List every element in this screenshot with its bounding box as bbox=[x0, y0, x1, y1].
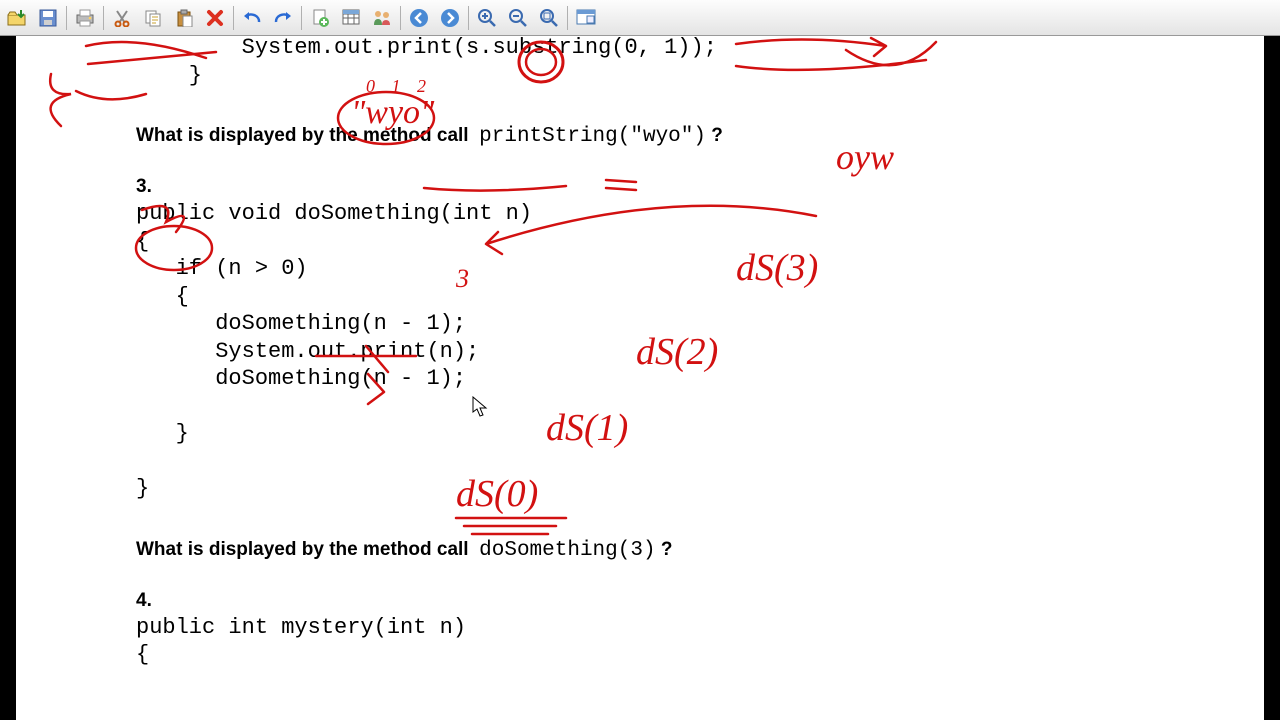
undo-icon[interactable] bbox=[237, 3, 267, 33]
question2-text: What is displayed by the method call bbox=[136, 125, 469, 146]
question3-q: ? bbox=[661, 539, 673, 560]
separator bbox=[400, 6, 401, 30]
question3-prompt: What is displayed by the method call doS… bbox=[136, 539, 1144, 562]
question3-number: 3. bbox=[136, 176, 1144, 198]
paste-icon[interactable] bbox=[169, 3, 199, 33]
separator bbox=[66, 6, 67, 30]
open-icon[interactable] bbox=[2, 3, 32, 33]
question2-q: ? bbox=[711, 125, 723, 146]
save-icon[interactable] bbox=[33, 3, 63, 33]
separator bbox=[468, 6, 469, 30]
zoom-out-icon[interactable] bbox=[503, 3, 533, 33]
new-page-icon[interactable] bbox=[305, 3, 335, 33]
zoom-in-icon[interactable] bbox=[472, 3, 502, 33]
insert-table-icon[interactable] bbox=[336, 3, 366, 33]
question2-call: printString("wyo") bbox=[479, 125, 706, 148]
toolbar bbox=[0, 0, 1280, 36]
window-icon[interactable] bbox=[571, 3, 601, 33]
copy-icon[interactable] bbox=[138, 3, 168, 33]
separator bbox=[301, 6, 302, 30]
delete-icon[interactable] bbox=[200, 3, 230, 33]
question3-call: doSomething(3) bbox=[479, 539, 655, 562]
print-icon[interactable] bbox=[70, 3, 100, 33]
question3-text: What is displayed by the method call bbox=[136, 539, 469, 560]
separator bbox=[567, 6, 568, 30]
question4-code: public int mystery(int n) { bbox=[136, 614, 1144, 669]
zoom-fit-icon[interactable] bbox=[534, 3, 564, 33]
question3-code: public void doSomething(int n) { if (n >… bbox=[136, 200, 1144, 503]
question2-prompt: What is displayed by the method call pri… bbox=[136, 125, 1144, 148]
separator bbox=[233, 6, 234, 30]
code-fragment: System.out.print(s.substring(0, 1)); } bbox=[136, 36, 1144, 89]
separator bbox=[103, 6, 104, 30]
forward-icon[interactable] bbox=[435, 3, 465, 33]
document-page[interactable]: System.out.print(s.substring(0, 1)); } W… bbox=[16, 36, 1264, 720]
redo-icon[interactable] bbox=[268, 3, 298, 33]
users-icon[interactable] bbox=[367, 3, 397, 33]
mouse-cursor-icon bbox=[472, 396, 488, 418]
question4-number: 4. bbox=[136, 590, 1144, 612]
cut-icon[interactable] bbox=[107, 3, 137, 33]
back-icon[interactable] bbox=[404, 3, 434, 33]
